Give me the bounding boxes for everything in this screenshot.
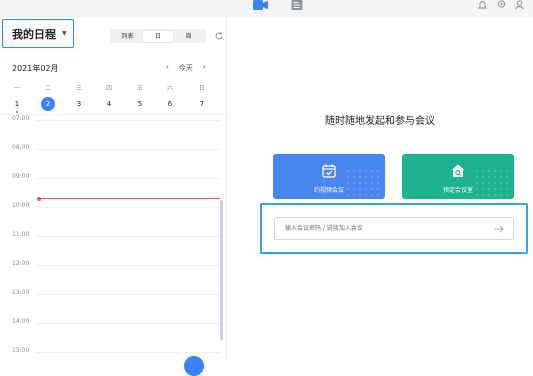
room-search-icon <box>451 164 465 177</box>
hour-row: 08:00 <box>0 144 226 151</box>
view-week-button[interactable]: 周 <box>173 31 204 42</box>
hour-label: 13:00 <box>12 289 32 296</box>
hour-label: 08:00 <box>12 144 32 151</box>
bell-icon[interactable] <box>477 0 488 10</box>
prev-week-button[interactable]: ‹ <box>166 63 169 73</box>
date-cell[interactable]: 7 <box>195 97 209 111</box>
timeline-scrollbar[interactable] <box>220 200 223 340</box>
day-timeline[interactable]: 07:00 08:00 09:00 10:00 11:00 12:00 13:0… <box>0 115 226 360</box>
weekday-label: 四 <box>105 85 112 92</box>
today-button[interactable]: 今天 <box>179 63 193 73</box>
hour-row: 10:00 <box>0 202 226 209</box>
next-week-button[interactable]: › <box>203 63 206 73</box>
hour-label: 15:00 <box>12 347 32 354</box>
gear-icon[interactable] <box>496 0 507 10</box>
hour-row: 14:00 <box>0 318 226 325</box>
date-cell[interactable]: 6 <box>163 97 177 111</box>
month-label: 2021年02月 <box>12 64 59 73</box>
schedule-video-meeting-label: 约视频会议 <box>313 187 344 194</box>
add-event-button[interactable] <box>184 356 204 376</box>
date-cell[interactable]: 5 <box>133 97 147 111</box>
my-schedule-dropdown[interactable]: 我的日程 ▼ <box>2 19 74 48</box>
date-cell[interactable]: 1 <box>10 97 24 113</box>
join-meeting-box <box>260 203 528 254</box>
join-meeting-input[interactable] <box>274 217 514 240</box>
view-day-button[interactable]: 日 <box>142 30 174 42</box>
hour-row: 07:00 <box>0 115 226 122</box>
meeting-panel: 随时随地发起和参与会议 约视频会议 预定会议室 <box>227 17 533 360</box>
hour-label: 11:00 <box>12 231 32 238</box>
view-list-button[interactable]: 列表 <box>112 31 143 42</box>
document-icon[interactable] <box>291 0 303 11</box>
top-toolbar <box>0 0 533 17</box>
weekday-label: 五 <box>136 85 143 92</box>
schedule-video-meeting-button[interactable]: 约视频会议 <box>273 154 385 199</box>
weekday-label: 三 <box>75 85 82 92</box>
hour-label: 12:00 <box>12 260 32 267</box>
book-meeting-room-label: 预定会议室 <box>442 187 473 194</box>
book-meeting-room-button[interactable]: 预定会议室 <box>402 154 514 199</box>
user-icon[interactable] <box>514 0 525 10</box>
video-camera-icon[interactable] <box>253 0 268 11</box>
weekday-label: 六 <box>166 85 173 92</box>
view-toggle: 列表 日 周 <box>110 29 206 43</box>
weekday-label: 一 <box>13 85 20 92</box>
hour-label: 14:00 <box>12 318 32 325</box>
hour-label: 10:00 <box>12 202 32 209</box>
refresh-icon[interactable] <box>214 31 224 41</box>
chevron-down-icon: ▼ <box>62 30 67 37</box>
hour-row: 15:00 <box>0 347 226 354</box>
hour-label: 09:00 <box>12 173 32 180</box>
hour-label: 07:00 <box>12 115 32 122</box>
weekday-label: 日 <box>198 85 205 92</box>
current-time-line <box>38 198 220 199</box>
arrow-right-icon[interactable] <box>494 225 504 233</box>
calendar-check-icon <box>322 164 336 178</box>
hour-row: 13:00 <box>0 289 226 296</box>
date-cell[interactable]: 4 <box>102 97 116 111</box>
date-cell-selected[interactable]: 2 <box>41 97 55 111</box>
meeting-headline: 随时随地发起和参与会议 <box>325 116 435 127</box>
hour-row: 11:00 <box>0 231 226 238</box>
calendar-nav: ‹ 今天 › <box>166 63 206 73</box>
hour-row: 09:00 <box>0 173 226 180</box>
date-cell[interactable]: 3 <box>72 97 86 111</box>
weekday-label: 二 <box>44 85 51 92</box>
my-schedule-label: 我的日程 <box>12 27 56 41</box>
hour-row: 12:00 <box>0 260 226 267</box>
